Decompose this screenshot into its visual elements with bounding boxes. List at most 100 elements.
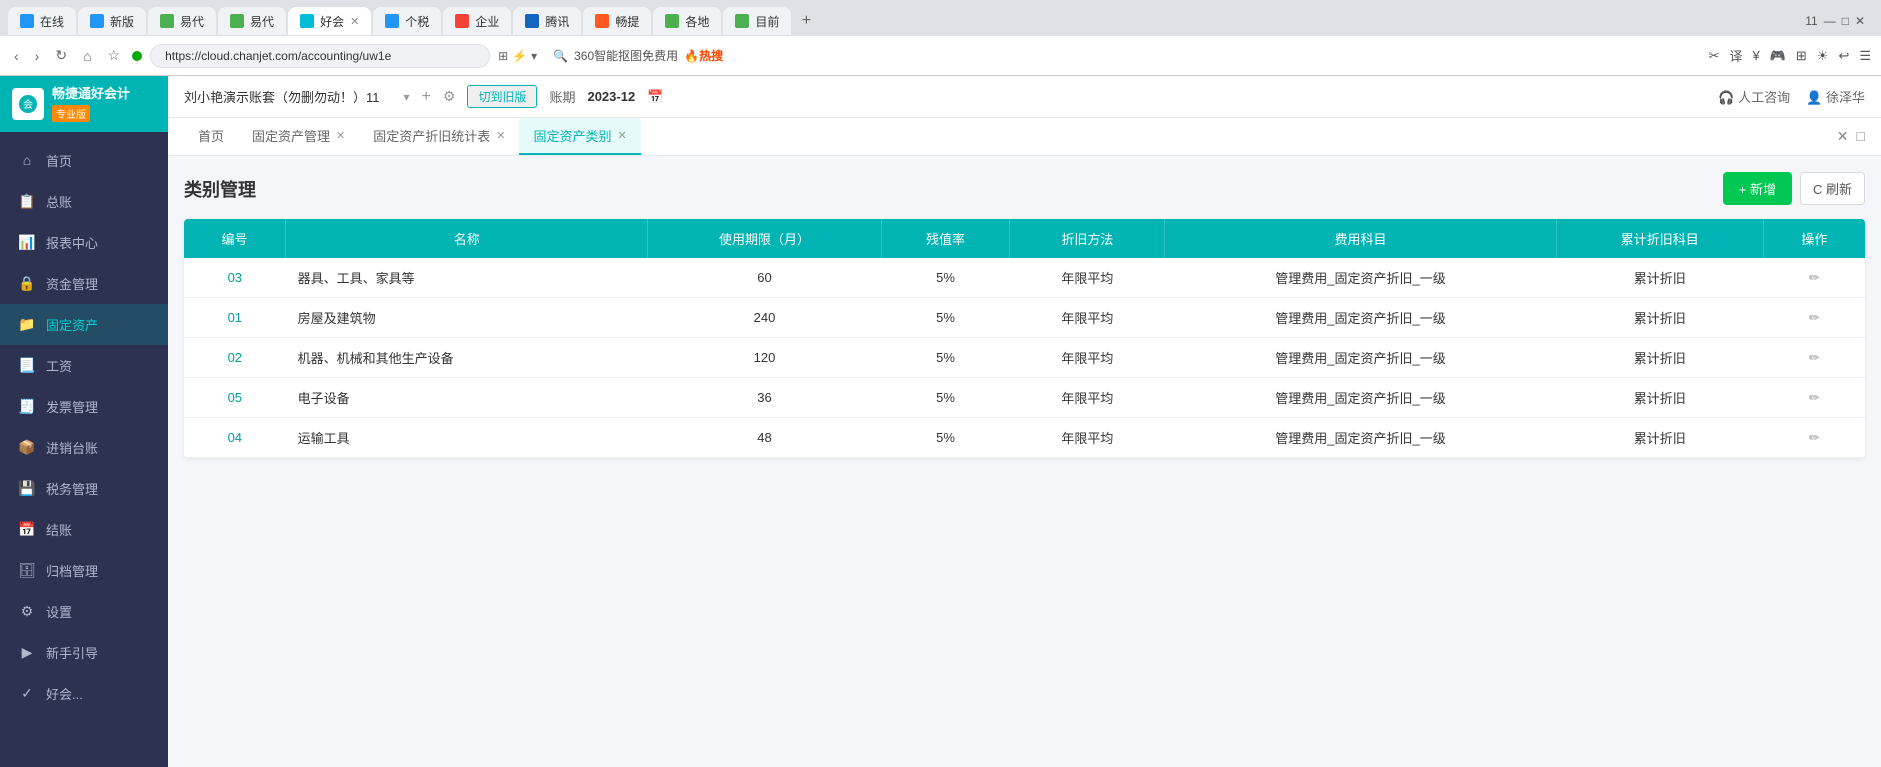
- tab-label-10: 各地: [685, 13, 709, 30]
- tab-window-maximize[interactable]: □: [1857, 128, 1865, 145]
- add-button[interactable]: + 新增: [1723, 172, 1792, 205]
- cell-rate-3: 5%: [881, 378, 1010, 418]
- browser-tools: ⊞ ⚡ ▾: [498, 49, 537, 63]
- switch-version-button[interactable]: 切到旧版: [467, 85, 537, 108]
- dropdown-icon[interactable]: ▾: [531, 49, 537, 63]
- translate-icon[interactable]: 译: [1729, 46, 1742, 65]
- browser-tab-5[interactable]: 好会 ✕: [288, 7, 371, 35]
- period-value: 2023-12: [587, 89, 635, 104]
- tab-label-6: 个税: [405, 13, 429, 30]
- tab-home[interactable]: 首页: [184, 118, 238, 155]
- dropdown-btn[interactable]: ▾: [404, 90, 410, 104]
- cell-action-2[interactable]: ✏: [1763, 338, 1865, 378]
- back-button[interactable]: ‹: [10, 44, 23, 68]
- bookmark-button[interactable]: ☆: [104, 43, 125, 68]
- user-info[interactable]: 👤 徐泽华: [1806, 87, 1865, 106]
- browser-minimize[interactable]: —: [1824, 14, 1836, 28]
- forward-button[interactable]: ›: [31, 44, 44, 68]
- sidebar-item-home[interactable]: ⌂ 首页: [0, 140, 168, 181]
- cell-action-0[interactable]: ✏: [1763, 258, 1865, 298]
- calendar-icon[interactable]: 📅: [647, 89, 663, 105]
- table-row: 04 运输工具 48 5% 年限平均 管理费用_固定资产折旧_一级 累计折旧 ✏: [184, 418, 1865, 458]
- tab-close-5[interactable]: ✕: [350, 15, 359, 28]
- edit-icon-2[interactable]: ✏: [1809, 350, 1820, 365]
- search-icon: 🔍: [553, 49, 568, 63]
- menu-icon[interactable]: ☰: [1859, 48, 1871, 64]
- settings-btn[interactable]: ⚙: [443, 88, 456, 105]
- browser-tab-11[interactable]: 目前: [723, 7, 791, 35]
- add-account-btn[interactable]: +: [422, 88, 431, 106]
- browser-tab-7[interactable]: 企业: [443, 7, 511, 35]
- address-input[interactable]: https://cloud.chanjet.com/accounting/uw1…: [150, 44, 490, 68]
- new-tab-button[interactable]: +: [793, 8, 819, 34]
- grid-icon[interactable]: ⊞: [498, 49, 508, 63]
- tab-category-close[interactable]: ✕: [618, 129, 627, 142]
- sidebar-item-inventory[interactable]: 📦 进销台账: [0, 427, 168, 468]
- sidebar-item-guide[interactable]: ▶ 新手引导: [0, 632, 168, 673]
- col-header-name: 名称: [286, 219, 648, 258]
- hot-search-label: 🔥热搜: [684, 47, 723, 64]
- tab-window-close[interactable]: ✕: [1837, 128, 1849, 145]
- tab-label-3: 易代: [180, 13, 204, 30]
- browser-tab-1[interactable]: 在线: [8, 7, 76, 35]
- reload-button[interactable]: ↻: [51, 43, 71, 68]
- sidebar-item-closing[interactable]: 📅 结账: [0, 509, 168, 550]
- sidebar-label-fixed-assets: 固定资产: [46, 315, 98, 334]
- scissors-icon[interactable]: ✂: [1709, 48, 1720, 64]
- browser-tab-3[interactable]: 易代: [148, 7, 216, 35]
- brightness-icon[interactable]: ☀: [1817, 48, 1829, 64]
- cell-action-4[interactable]: ✏: [1763, 418, 1865, 458]
- cell-method-1: 年限平均: [1010, 298, 1165, 338]
- tab-depreciation-table[interactable]: 固定资产折旧统计表 ✕: [359, 118, 519, 155]
- tab-fixed-assets[interactable]: 固定资产管理 ✕: [238, 118, 359, 155]
- page-tabs: 首页 固定资产管理 ✕ 固定资产折旧统计表 ✕ 固定资产类别 ✕ ✕ □: [168, 118, 1881, 156]
- browser-tab-6[interactable]: 个税: [373, 7, 441, 35]
- payroll-icon: 📃: [18, 356, 36, 374]
- cell-action-3[interactable]: ✏: [1763, 378, 1865, 418]
- archive-icon: 🗄: [18, 561, 36, 579]
- cell-accum-0: 累计折旧: [1556, 258, 1763, 298]
- browser-maximize[interactable]: □: [1842, 14, 1849, 28]
- tab-depreciation-close[interactable]: ✕: [496, 129, 505, 142]
- edit-icon-0[interactable]: ✏: [1809, 270, 1820, 285]
- browser-tab-4[interactable]: 易代: [218, 7, 286, 35]
- refresh-button[interactable]: C 刷新: [1800, 172, 1865, 205]
- consult-label[interactable]: 🎧 人工咨询: [1718, 87, 1790, 106]
- cell-rate-0: 5%: [881, 258, 1010, 298]
- sidebar-item-fixed-assets[interactable]: 📁 固定资产: [0, 304, 168, 345]
- sidebar-item-invoice[interactable]: 🧾 发票管理: [0, 386, 168, 427]
- browser-tab-8[interactable]: 腾讯: [513, 7, 581, 35]
- game-icon[interactable]: 🎮: [1770, 48, 1786, 64]
- cell-id-2: 02: [184, 338, 286, 378]
- home-button[interactable]: ⌂: [79, 44, 95, 68]
- undo-icon[interactable]: ↩: [1838, 48, 1849, 64]
- tab-favicon-11: [735, 14, 749, 28]
- cell-method-4: 年限平均: [1010, 418, 1165, 458]
- sidebar-label-guide: 新手引导: [46, 643, 98, 662]
- browser-tab-10[interactable]: 各地: [653, 7, 721, 35]
- sidebar-item-settings[interactable]: ⚙ 设置: [0, 591, 168, 632]
- sidebar-item-reports[interactable]: 📊 报表中心: [0, 222, 168, 263]
- browser-close[interactable]: ✕: [1855, 14, 1865, 28]
- browser-tab-9[interactable]: 畅提: [583, 7, 651, 35]
- sidebar-label-good: 好会...: [46, 684, 83, 703]
- sidebar-item-funds[interactable]: 🔒 资金管理: [0, 263, 168, 304]
- tab-fixed-assets-close[interactable]: ✕: [336, 129, 345, 142]
- layout-icon[interactable]: ⊞: [1796, 48, 1807, 64]
- sidebar-nav: ⌂ 首页 📋 总账 📊 报表中心 🔒 资金管理 📁 固定资产 📃 工资: [0, 132, 168, 767]
- edit-icon-3[interactable]: ✏: [1809, 390, 1820, 405]
- sidebar-item-payroll[interactable]: 📃 工资: [0, 345, 168, 386]
- tab-category[interactable]: 固定资产类别 ✕: [519, 118, 640, 155]
- wallet-icon[interactable]: ¥: [1752, 48, 1759, 63]
- sidebar-label-inventory: 进销台账: [46, 438, 98, 457]
- sidebar-item-good[interactable]: ✓ 好会...: [0, 673, 168, 714]
- edit-icon-1[interactable]: ✏: [1809, 310, 1820, 325]
- browser-tab-2[interactable]: 新版: [78, 7, 146, 35]
- sidebar-item-archive[interactable]: 🗄 归档管理: [0, 550, 168, 591]
- tab-favicon-7: [455, 14, 469, 28]
- cell-action-1[interactable]: ✏: [1763, 298, 1865, 338]
- sidebar-item-ledger[interactable]: 📋 总账: [0, 181, 168, 222]
- edit-icon-4[interactable]: ✏: [1809, 430, 1820, 445]
- extension-icon[interactable]: ⚡: [512, 49, 527, 63]
- sidebar-item-tax[interactable]: 💾 税务管理: [0, 468, 168, 509]
